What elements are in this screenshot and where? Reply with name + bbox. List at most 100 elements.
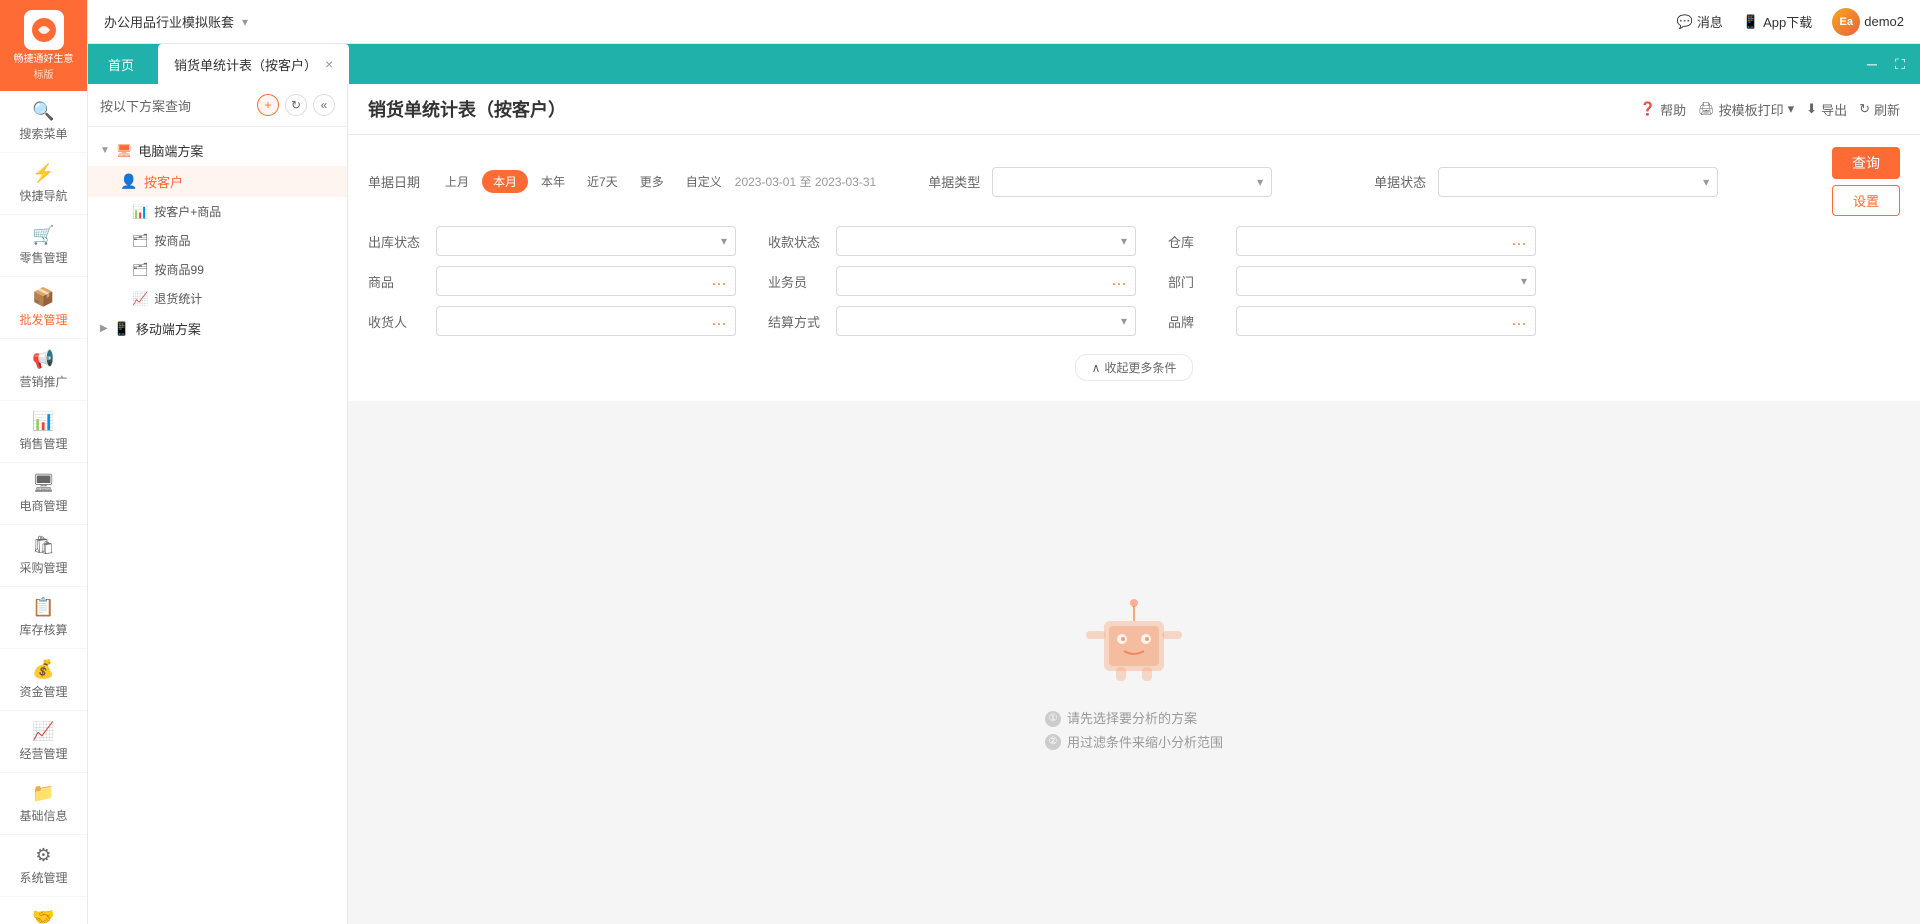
- date-btn-7days[interactable]: 近7天: [578, 170, 627, 193]
- date-btn-this-month[interactable]: 本月: [482, 170, 528, 193]
- export-label: 导出: [1821, 100, 1847, 119]
- tree-item-by-goods99[interactable]: 🗂 按商品99: [88, 255, 347, 284]
- sidebar-item-label: 搜索菜单: [19, 125, 67, 142]
- tree-pc-group[interactable]: ▼ 🖥 电脑端方案: [88, 135, 347, 166]
- warehouse-dots[interactable]: …: [1511, 232, 1527, 250]
- message-icon: 💬: [1677, 14, 1693, 30]
- user-profile[interactable]: Ea demo2: [1832, 8, 1904, 36]
- tab-maximize-button[interactable]: ⛶: [1888, 52, 1912, 76]
- app-download-label: App下载: [1763, 12, 1812, 31]
- brand-input[interactable]: …: [1236, 306, 1536, 336]
- tab-close-button[interactable]: ×: [325, 56, 333, 72]
- quick-icon: ⚡: [32, 163, 54, 184]
- date-btn-custom[interactable]: 自定义: [677, 170, 731, 193]
- refresh-button[interactable]: ↻ 刷新: [1859, 100, 1900, 119]
- sidebar-item-operations[interactable]: 📈 经营管理: [0, 711, 87, 773]
- sidebar-item-wholesale[interactable]: 📦 批发管理: [0, 277, 87, 339]
- tree-section: ▼ 🖥 电脑端方案 👤 按客户 📊 按客户+商品 🗂 按商品 🗂: [88, 127, 347, 352]
- receiver-input[interactable]: …: [436, 306, 736, 336]
- bar-icon: 📈: [132, 291, 148, 307]
- out-status-select[interactable]: ▾: [436, 226, 736, 256]
- dropdown-icon[interactable]: ▾: [242, 15, 248, 29]
- tip-item-1: ① 请先选择要分析的方案: [1045, 707, 1223, 730]
- help-icon: ❓: [1640, 101, 1656, 117]
- chart-icon: 📊: [132, 204, 148, 220]
- main-area: 办公用品行业模拟账套 ▾ 💬 消息 📱 App下载 Ea demo2 首页 销货…: [88, 0, 1920, 924]
- collapse-button[interactable]: ∧ 收起更多条件: [1075, 354, 1194, 381]
- sidebar-item-system[interactable]: ⚙ 系统管理: [0, 835, 87, 897]
- customer-icon: 👤: [120, 173, 138, 190]
- collect-status-arrow: ▾: [1121, 234, 1127, 248]
- sidebar-item-inventory[interactable]: 📋 库存核算: [0, 587, 87, 649]
- out-status-arrow: ▾: [721, 234, 727, 248]
- sidebar-item-label: 营销推广: [19, 373, 67, 390]
- sidebar-item-retail[interactable]: 🛒 零售管理: [0, 215, 87, 277]
- settings-button[interactable]: 设置: [1832, 185, 1900, 216]
- ecommerce-icon: 🖥: [32, 473, 55, 494]
- sidebar-item-finance[interactable]: 💰 资金管理: [0, 649, 87, 711]
- page-title: 销货单统计表（按客户）: [368, 96, 566, 122]
- print-button[interactable]: 🖨 按模板打印 ▾: [1698, 100, 1794, 119]
- salesman-dots[interactable]: …: [1111, 272, 1127, 290]
- tree-item-return-stats[interactable]: 📈 退货统计: [88, 284, 347, 313]
- tab-active[interactable]: 销货单统计表（按客户） ×: [158, 44, 349, 84]
- dept-select[interactable]: ▾: [1236, 266, 1536, 296]
- sidebar-logo: 畅捷通好生意 标版: [0, 0, 88, 91]
- query-button[interactable]: 查询: [1832, 147, 1900, 179]
- salesman-input[interactable]: …: [836, 266, 1136, 296]
- sidebar-item-label: 零售管理: [19, 249, 67, 266]
- add-scheme-button[interactable]: +: [257, 94, 279, 116]
- page-header: 销货单统计表（按客户） ❓ 帮助 🖨 按模板打印 ▾ ⬇: [348, 84, 1920, 135]
- app-download-button[interactable]: 📱 App下载: [1743, 12, 1812, 31]
- sidebar-item-base[interactable]: 📁 基础信息: [0, 773, 87, 835]
- sidebar-item-search[interactable]: 🔍 搜索菜单: [0, 91, 87, 153]
- tab-home[interactable]: 首页: [88, 44, 154, 84]
- tree-mobile-group[interactable]: ▶ 📱 移动端方案: [88, 313, 347, 344]
- sidebar-item-enterprise[interactable]: 🤝 企业协同: [0, 897, 87, 924]
- tree-item-by-customer-goods[interactable]: 📊 按客户+商品: [88, 197, 347, 226]
- tip-num-1: ①: [1045, 711, 1061, 727]
- tab-minimize-button[interactable]: ─: [1860, 52, 1884, 76]
- tree-item-label: 按商品99: [155, 261, 204, 278]
- finance-icon: 💰: [32, 659, 54, 680]
- goods-dots[interactable]: …: [711, 272, 727, 290]
- doc-type-select[interactable]: ▾: [992, 167, 1272, 197]
- tip-item-2: ② 用过滤条件来缩小分析范围: [1045, 731, 1223, 754]
- mobile-group-label: 移动端方案: [136, 319, 201, 338]
- sidebar-item-purchase[interactable]: 🛍 采购管理: [0, 525, 87, 587]
- collect-status-select[interactable]: ▾: [836, 226, 1136, 256]
- folder-icon: 🖥: [116, 143, 133, 159]
- user-name: demo2: [1864, 14, 1904, 29]
- collapse-panel-button[interactable]: «: [313, 94, 335, 116]
- tab-bar: 首页 销货单统计表（按客户） × ─ ⛶: [88, 44, 1920, 84]
- date-btn-last-month[interactable]: 上月: [436, 170, 478, 193]
- settle-select[interactable]: ▾: [836, 306, 1136, 336]
- date-range: 2023-03-01 至 2023-03-31: [735, 173, 876, 190]
- tree-item-by-customer[interactable]: 👤 按客户: [88, 166, 347, 197]
- sidebar-item-label: 销售管理: [19, 435, 67, 452]
- date-btn-more[interactable]: 更多: [631, 170, 673, 193]
- sidebar-item-marketing[interactable]: 📢 营销推广: [0, 339, 87, 401]
- refresh-scheme-button[interactable]: ↻: [285, 94, 307, 116]
- goods-input[interactable]: …: [436, 266, 736, 296]
- refresh-icon: ↻: [1859, 101, 1870, 117]
- help-button[interactable]: ❓ 帮助: [1640, 100, 1686, 119]
- date-btn-this-year[interactable]: 本年: [532, 170, 574, 193]
- tree-item-by-goods[interactable]: 🗂 按商品: [88, 226, 347, 255]
- message-button[interactable]: 💬 消息: [1677, 12, 1723, 31]
- download-icon: 📱: [1743, 14, 1759, 30]
- sidebar-item-sales[interactable]: 📊 销售管理: [0, 401, 87, 463]
- purchase-icon: 🛍: [32, 535, 55, 556]
- brand-dots[interactable]: …: [1511, 312, 1527, 330]
- sidebar-item-ecommerce[interactable]: 🖥 电商管理: [0, 463, 87, 525]
- warehouse-input[interactable]: …: [1236, 226, 1536, 256]
- receiver-dots[interactable]: …: [711, 312, 727, 330]
- sidebar-item-quick[interactable]: ⚡ 快捷导航: [0, 153, 87, 215]
- mobile-folder-icon: 📱: [114, 321, 130, 337]
- date-label: 单据日期: [368, 172, 424, 191]
- logo-sub-text: 标版: [34, 66, 54, 81]
- doc-status-select[interactable]: ▾: [1438, 167, 1718, 197]
- top-header-left: 办公用品行业模拟账套 ▾: [104, 12, 248, 31]
- export-button[interactable]: ⬇ 导出: [1806, 100, 1847, 119]
- tree-item-label: 按商品: [155, 232, 191, 249]
